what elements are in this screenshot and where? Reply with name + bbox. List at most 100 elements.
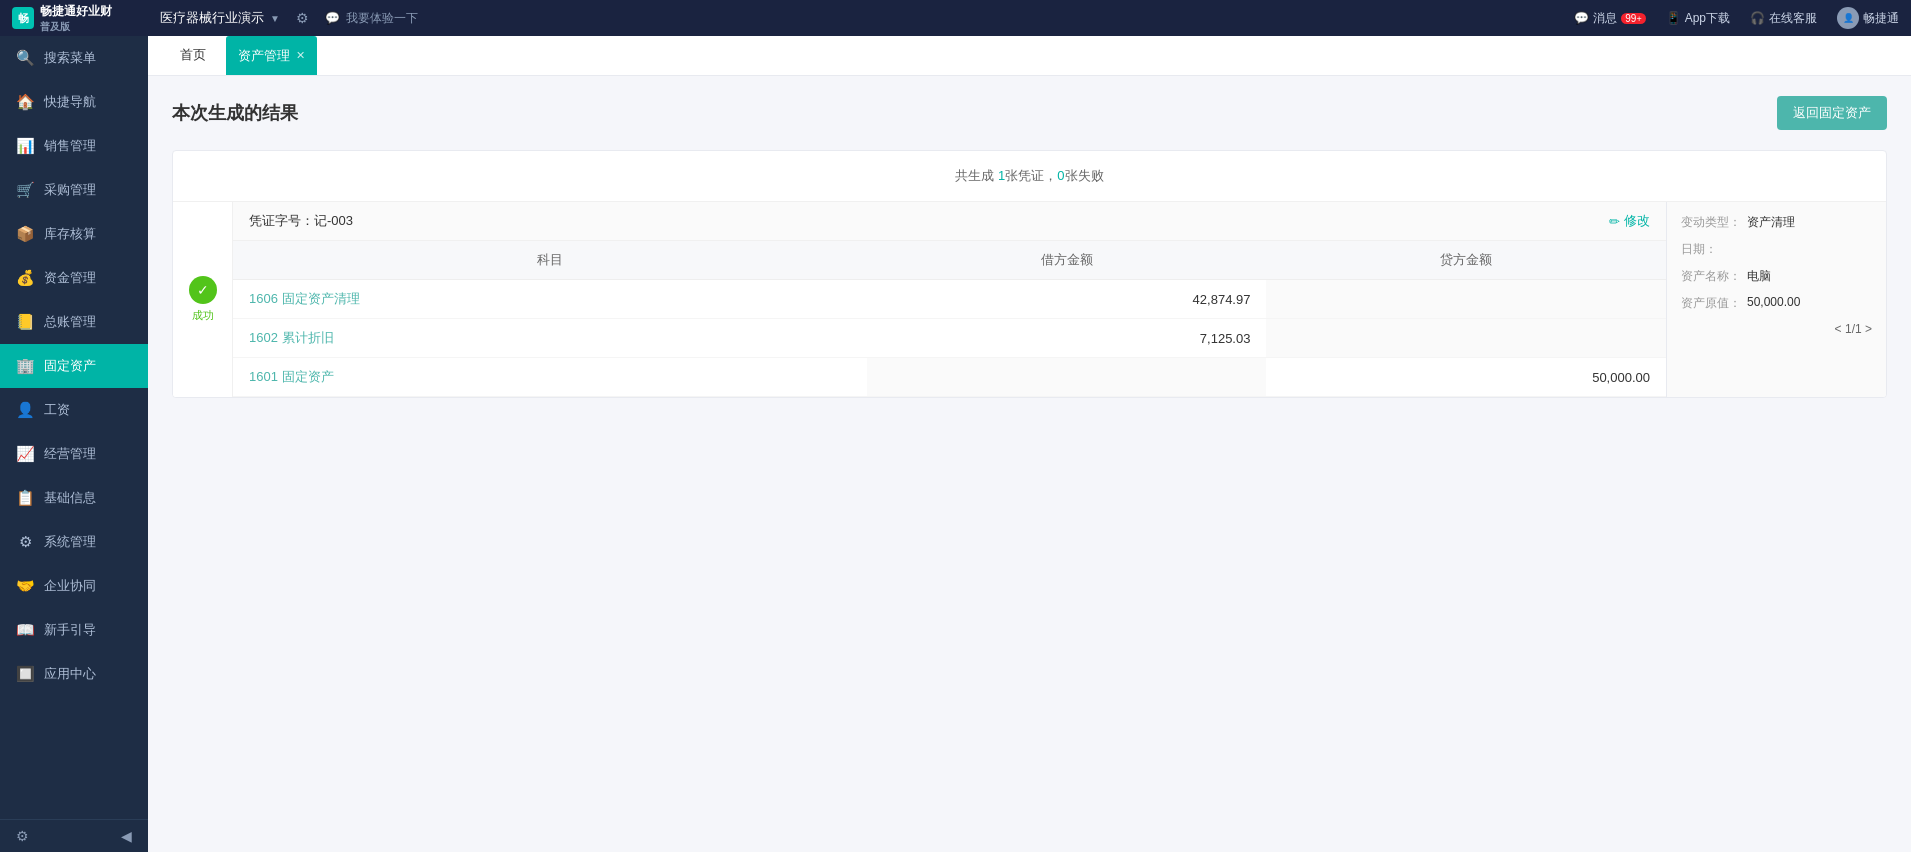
return-button[interactable]: 返回固定资产	[1777, 96, 1887, 130]
tab-label: 资产管理	[238, 47, 290, 65]
avatar: 👤	[1837, 7, 1859, 29]
summary-fail: 0	[1057, 168, 1064, 183]
app-center-icon: 🔲	[16, 665, 34, 683]
sidebar-item-enterprise[interactable]: 🤝 企业协同	[0, 564, 148, 608]
notification-button[interactable]: 💬 消息 99+	[1574, 10, 1645, 27]
online-service-button[interactable]: 🎧 在线客服	[1750, 10, 1817, 27]
operations-icon: 📈	[16, 445, 34, 463]
info-asset-value: 资产原值： 50,000.00	[1681, 295, 1872, 312]
sidebar-item-label: 固定资产	[44, 357, 96, 375]
change-type-label: 变动类型：	[1681, 214, 1741, 231]
edit-button[interactable]: ✏ 修改	[1609, 212, 1650, 230]
sidebar-item-label: 新手引导	[44, 621, 96, 639]
sidebar-item-label: 企业协同	[44, 577, 96, 595]
debit-cell: 42,874.97	[867, 280, 1267, 319]
table-header-row: 科目 借方金额 贷方金额	[233, 241, 1666, 280]
edit-label: 修改	[1624, 212, 1650, 230]
summary-text: 共生成 1张凭证，0张失败	[955, 168, 1103, 183]
content-area: 首页 资产管理 ✕ 本次生成的结果 返回固定资产 共生成 1张凭证，0张失败	[148, 36, 1911, 852]
sidebar-item-label: 应用中心	[44, 665, 96, 683]
ledger-icon: 📒	[16, 313, 34, 331]
table-row: 1602 累计折旧 7,125.03	[233, 319, 1666, 358]
sidebar-item-search[interactable]: 🔍 搜索菜单	[0, 36, 148, 80]
chevron-down-icon: ▼	[270, 13, 280, 24]
sidebar-item-label: 工资	[44, 401, 70, 419]
sidebar-item-app-center[interactable]: 🔲 应用中心	[0, 652, 148, 696]
date-label: 日期：	[1681, 241, 1731, 258]
sidebar-item-label: 资金管理	[44, 269, 96, 287]
sidebar-item-label: 经营管理	[44, 445, 96, 463]
top-header: 畅 畅捷通好业财 普及版 医疗器械行业演示 ▼ ⚙ 💬 我要体验一下 💬 消息 …	[0, 0, 1911, 36]
sidebar-item-label: 基础信息	[44, 489, 96, 507]
basic-info-icon: 📋	[16, 489, 34, 507]
result-summary: 共生成 1张凭证，0张失败	[173, 151, 1886, 202]
payroll-icon: 👤	[16, 401, 34, 419]
settings-icon[interactable]: ⚙	[296, 10, 309, 26]
status-column: ✓ 成功	[173, 202, 233, 397]
info-change-type: 变动类型： 资产清理	[1681, 214, 1872, 231]
tab-close-icon[interactable]: ✕	[296, 49, 305, 62]
online-service-label: 在线客服	[1769, 10, 1817, 27]
subject-cell: 1601 固定资产	[233, 358, 867, 397]
purchase-icon: 🛒	[16, 181, 34, 199]
sidebar-collapse-button[interactable]: ◀	[121, 828, 132, 844]
asset-value-value: 50,000.00	[1747, 295, 1800, 309]
summary-count: 1	[998, 168, 1005, 183]
logo-main-text: 畅捷通好业财	[40, 3, 112, 20]
experience-button[interactable]: 💬 我要体验一下	[325, 10, 418, 27]
app-download-icon: 📱	[1666, 11, 1681, 25]
credit-cell: 50,000.00	[1266, 358, 1666, 397]
sidebar-item-funds[interactable]: 💰 资金管理	[0, 256, 148, 300]
sidebar-item-label: 快捷导航	[44, 93, 96, 111]
subject-cell: 1602 累计折旧	[233, 319, 867, 358]
subject-cell: 1606 固定资产清理	[233, 280, 867, 319]
sidebar-item-fixed-assets[interactable]: 🏢 固定资产	[0, 344, 148, 388]
tab-asset-mgmt[interactable]: 资产管理 ✕	[226, 36, 317, 75]
col-subject: 科目	[233, 241, 867, 280]
pagination-prev[interactable]: <	[1835, 322, 1842, 336]
funds-icon: 💰	[16, 269, 34, 287]
pagination-next[interactable]: >	[1865, 322, 1872, 336]
info-date: 日期：	[1681, 241, 1872, 258]
sidebar-item-label: 库存核算	[44, 225, 96, 243]
sidebar-item-sales[interactable]: 📊 销售管理	[0, 124, 148, 168]
tab-home[interactable]: 首页	[164, 38, 222, 74]
sidebar-item-label: 搜索菜单	[44, 49, 96, 67]
user-name: 畅捷通	[1863, 10, 1899, 27]
app-download-button[interactable]: 📱 App下载	[1666, 10, 1730, 27]
sidebar-item-label: 总账管理	[44, 313, 96, 331]
sidebar-item-system[interactable]: ⚙ 系统管理	[0, 520, 148, 564]
sidebar-item-inventory[interactable]: 📦 库存核算	[0, 212, 148, 256]
col-credit: 贷方金额	[1266, 241, 1666, 280]
credit-cell	[1266, 319, 1666, 358]
logo-icon: 畅	[12, 7, 34, 29]
sidebar-item-guide[interactable]: 📖 新手引导	[0, 608, 148, 652]
sidebar-item-label: 采购管理	[44, 181, 96, 199]
credit-cell	[1266, 280, 1666, 319]
sidebar-item-quick-nav[interactable]: 🏠 快捷导航	[0, 80, 148, 124]
sidebar-item-ledger[interactable]: 📒 总账管理	[0, 300, 148, 344]
col-debit: 借方金额	[867, 241, 1267, 280]
logo-sub-text: 普及版	[40, 20, 112, 34]
sidebar-item-purchase[interactable]: 🛒 采购管理	[0, 168, 148, 212]
home-icon: 🏠	[16, 93, 34, 111]
sidebar-settings-button[interactable]: ⚙	[16, 828, 29, 844]
sidebar-item-label: 销售管理	[44, 137, 96, 155]
sidebar-item-operations[interactable]: 📈 经营管理	[0, 432, 148, 476]
sidebar-item-basic-info[interactable]: 📋 基础信息	[0, 476, 148, 520]
pagination-info: 1/1	[1845, 322, 1865, 336]
company-selector[interactable]: 医疗器械行业演示 ▼	[160, 9, 280, 27]
change-type-value: 资产清理	[1747, 214, 1795, 231]
voucher-header: 凭证字号：记-003 ✏ 修改	[233, 202, 1666, 241]
debit-cell: 7,125.03	[867, 319, 1267, 358]
edit-icon: ✏	[1609, 214, 1620, 229]
page-title-row: 本次生成的结果 返回固定资产	[172, 96, 1887, 130]
sidebar-item-payroll[interactable]: 👤 工资	[0, 388, 148, 432]
success-label: 成功	[192, 308, 214, 323]
user-profile-button[interactable]: 👤 畅捷通	[1837, 7, 1899, 29]
experience-label: 我要体验一下	[346, 10, 418, 27]
search-icon: 🔍	[16, 49, 34, 67]
asset-value-label: 资产原值：	[1681, 295, 1741, 312]
sidebar: 🔍 搜索菜单 🏠 快捷导航 📊 销售管理 🛒 采购管理 📦 库存核算 💰 资金管…	[0, 36, 148, 852]
page-content: 本次生成的结果 返回固定资产 共生成 1张凭证，0张失败 ✓ 成功	[148, 76, 1911, 852]
